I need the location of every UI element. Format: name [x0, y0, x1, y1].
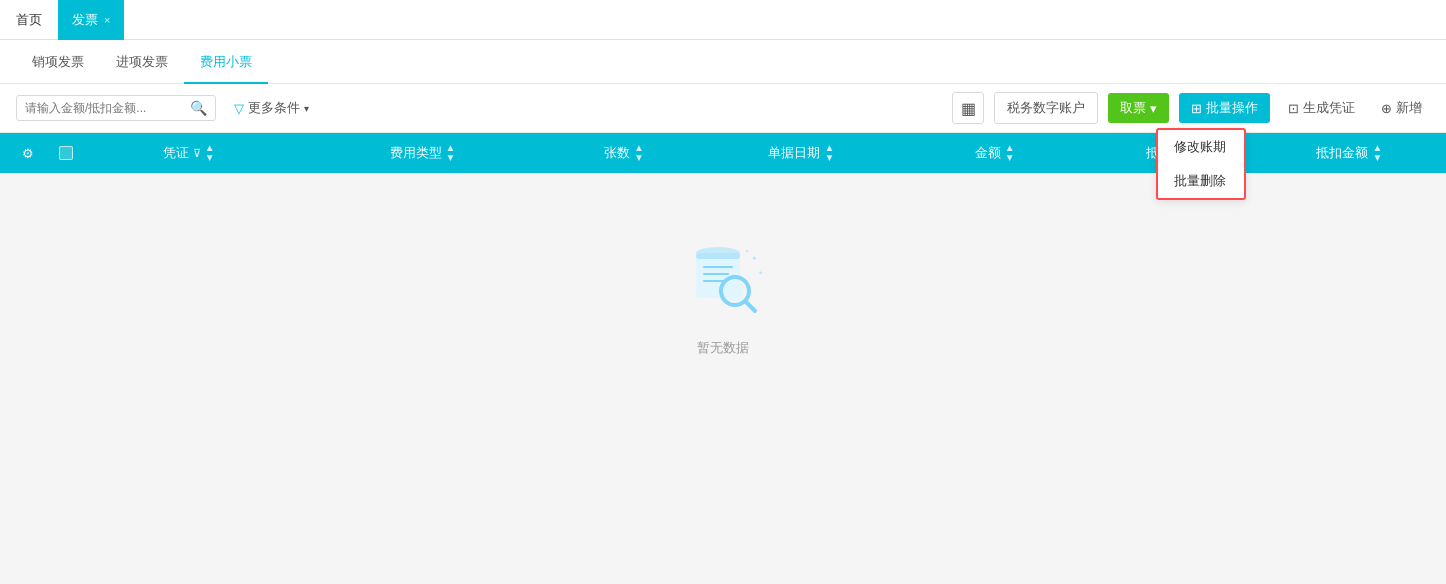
th-date-sort: ▲▼ [824, 143, 834, 163]
modify-period-item[interactable]: 修改账期 [1158, 130, 1244, 164]
toolbar: 🔍 ▽ 更多条件 ▾ ▦ 税务数字账户 取票 ▾ ⊞ 批量操作 ⊡ 生成凭证 [0, 84, 1446, 133]
batch-icon: ⊞ [1191, 101, 1202, 116]
sub-nav-input[interactable]: 进项发票 [100, 40, 184, 84]
sub-nav-expense[interactable]: 费用小票 [184, 40, 268, 84]
home-tab[interactable]: 首页 [0, 0, 58, 40]
th-deduct-sort: ▲▼ [1372, 143, 1382, 163]
qr-button[interactable]: ▦ [952, 92, 984, 124]
svg-point-7 [725, 281, 745, 301]
toolbar-right: ▦ 税务数字账户 取票 ▾ ⊞ 批量操作 ⊡ 生成凭证 ⊕ 新增 [952, 92, 1430, 124]
filter-label: 更多条件 [248, 99, 300, 117]
generate-voucher-button[interactable]: ⊡ 生成凭证 [1280, 93, 1363, 123]
th-voucher-sort: ▲▼ [205, 143, 215, 163]
empty-state: ✦ ✦ ✦ 暂无数据 [0, 173, 1446, 417]
batch-ops-button[interactable]: ⊞ 批量操作 [1179, 93, 1270, 123]
svg-text:✦: ✦ [745, 248, 749, 254]
th-deduct[interactable]: 抵扣金额 ▲▼ [1261, 133, 1438, 173]
take-ticket-button[interactable]: 取票 ▾ [1108, 93, 1169, 123]
empty-illustration: ✦ ✦ ✦ [673, 233, 773, 323]
select-all-checkbox[interactable] [59, 146, 73, 160]
svg-rect-2 [696, 253, 740, 259]
sub-nav: 销项发票 进项发票 费用小票 [0, 40, 1446, 84]
filter-button[interactable]: ▽ 更多条件 ▾ [226, 95, 317, 121]
search-icon[interactable]: 🔍 [190, 100, 207, 116]
qr-icon: ▦ [961, 99, 976, 118]
search-wrap[interactable]: 🔍 [16, 95, 216, 121]
take-chevron: ▾ [1150, 101, 1157, 116]
th-voucher[interactable]: 凭证 ⊽ ▲▼ [84, 133, 294, 173]
th-count-sort: ▲▼ [634, 143, 644, 163]
th-amount-sort: ▲▼ [1005, 143, 1015, 163]
th-checkbox[interactable] [48, 133, 84, 173]
add-icon: ⊕ [1381, 101, 1392, 116]
svg-line-8 [745, 301, 755, 311]
add-button[interactable]: ⊕ 新增 [1373, 93, 1430, 123]
invoice-tab-close[interactable]: × [104, 14, 110, 26]
tax-account-button[interactable]: 税务数字账户 [994, 92, 1098, 124]
filter-chevron: ▾ [304, 103, 309, 114]
svg-text:✦: ✦ [758, 270, 763, 276]
search-input[interactable] [25, 101, 184, 115]
th-date[interactable]: 单据日期 ▲▼ [697, 133, 907, 173]
th-gear[interactable]: ⚙ [8, 133, 48, 173]
th-amount[interactable]: 金额 ▲▼ [906, 133, 1083, 173]
filter-icon: ▽ [234, 101, 244, 116]
batch-delete-item[interactable]: 批量删除 [1158, 164, 1244, 198]
invoice-tab[interactable]: 发票 × [58, 0, 124, 40]
voucher-icon: ⊡ [1288, 101, 1299, 116]
empty-text: 暂无数据 [697, 339, 749, 357]
th-count[interactable]: 张数 ▲▼ [552, 133, 697, 173]
gear-icon: ⚙ [22, 146, 34, 161]
svg-text:✦: ✦ [751, 254, 758, 263]
sub-nav-sales[interactable]: 销项发票 [16, 40, 100, 84]
th-expense-sort: ▲▼ [446, 143, 456, 163]
th-expense-type[interactable]: 费用类型 ▲▼ [294, 133, 552, 173]
batch-dropdown-menu: 修改账期 批量删除 [1156, 128, 1246, 200]
th-voucher-filter-icon: ⊽ [193, 147, 201, 160]
top-nav: 首页 发票 × [0, 0, 1446, 40]
invoice-tab-label: 发票 [72, 11, 98, 29]
